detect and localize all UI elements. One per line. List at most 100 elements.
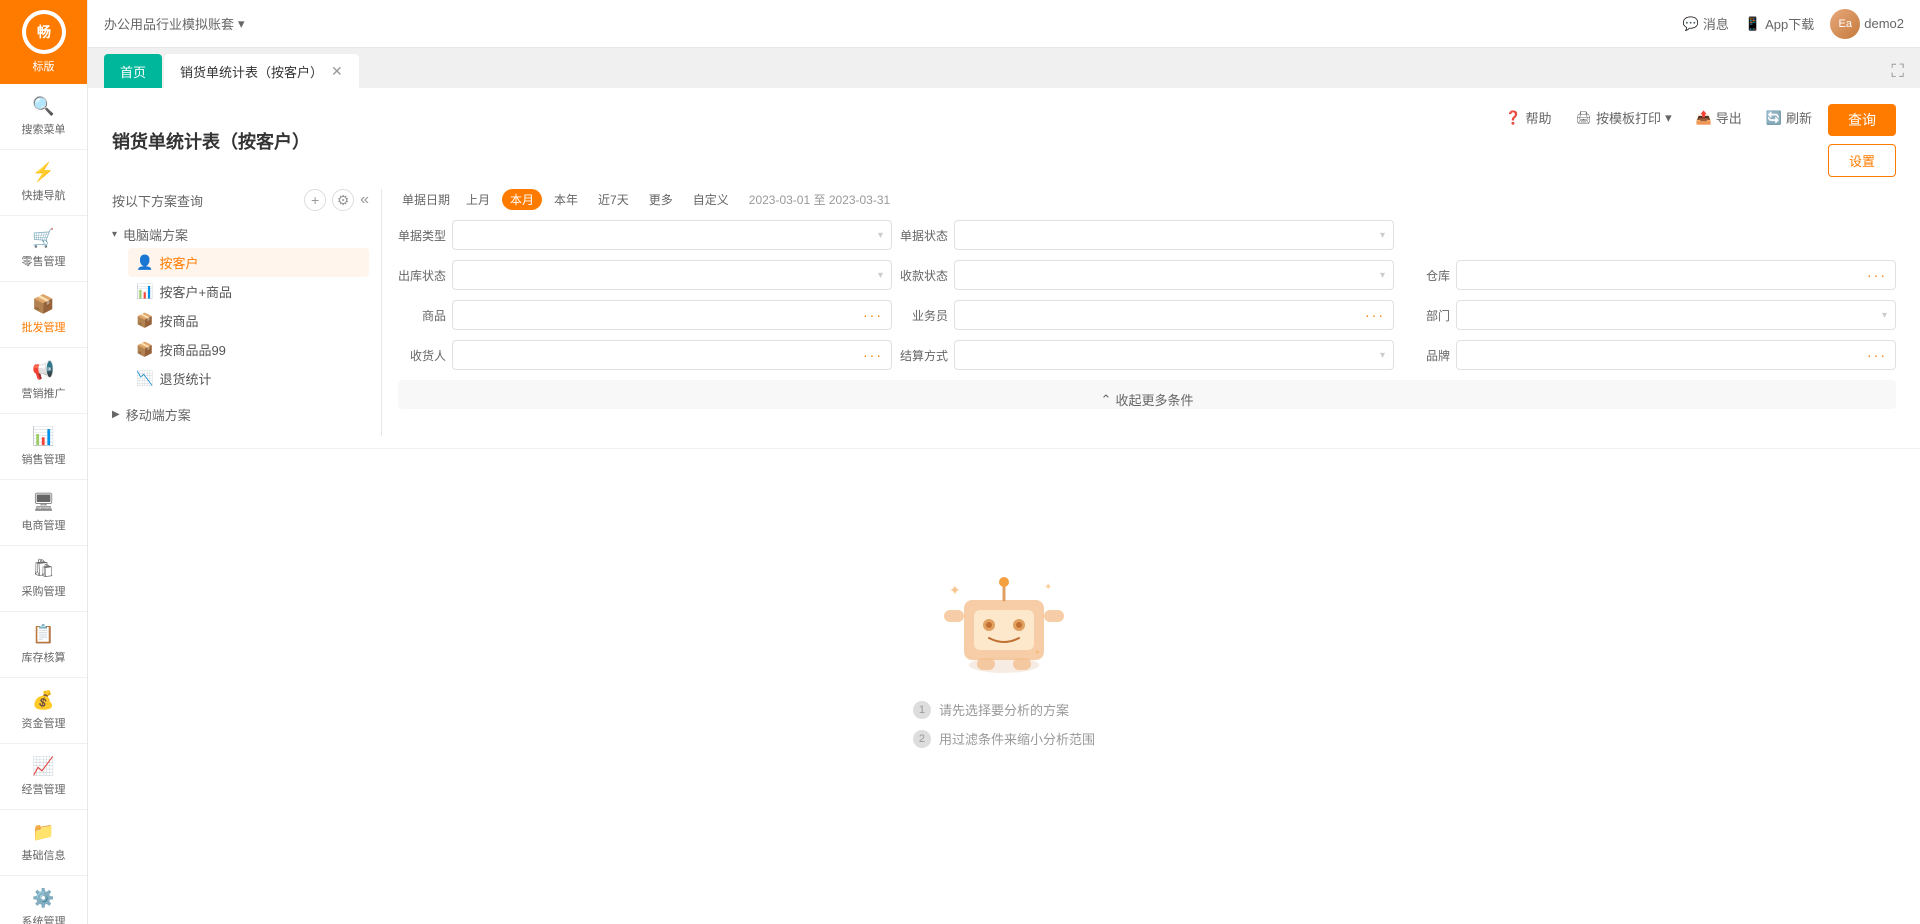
help-label: 帮助 bbox=[1526, 108, 1552, 127]
sidebar-item-label: 零售管理 bbox=[22, 253, 66, 269]
scheme-group-mobile-title[interactable]: ▶ 移动端方案 bbox=[112, 401, 369, 428]
tab-home[interactable]: 首页 bbox=[104, 54, 162, 88]
scheme-item-by-goods[interactable]: 📦 按商品 bbox=[128, 306, 369, 335]
goods-input[interactable]: ··· bbox=[452, 300, 892, 330]
payment-status-input[interactable]: ▾ bbox=[954, 260, 1394, 290]
collapse-bar[interactable]: ⌃ 收起更多条件 bbox=[398, 380, 1896, 409]
scheme-group-mobile: ▶ 移动端方案 bbox=[112, 401, 369, 428]
scheme-actions: + ⚙ « bbox=[304, 189, 369, 211]
username: demo2 bbox=[1864, 16, 1904, 31]
main-area: 办公用品行业模拟账套 ▾ 💬 消息 📱 App下载 Ea demo2 首页 bbox=[88, 0, 1920, 924]
scheme-item-by-goods-99[interactable]: 📦 按商品品99 bbox=[128, 335, 369, 364]
logo-area[interactable]: 畅 标版 bbox=[0, 0, 87, 84]
sidebar-item-purchase[interactable]: 🛍 采购管理 bbox=[0, 546, 87, 612]
tab-sales-report[interactable]: 销货单统计表（按客户） ✕ bbox=[164, 54, 359, 88]
topbar-left: 办公用品行业模拟账套 ▾ bbox=[104, 14, 245, 33]
scheme-item-label: 按客户+商品 bbox=[159, 282, 232, 301]
group-desktop-label: 电脑端方案 bbox=[123, 225, 188, 244]
search-icon: 🔍 bbox=[32, 96, 54, 117]
system-icon: ⚙️ bbox=[32, 888, 54, 909]
recipient-input[interactable]: ··· bbox=[452, 340, 892, 370]
add-scheme-btn[interactable]: + bbox=[304, 189, 326, 211]
date-tab-this-month[interactable]: 本月 bbox=[502, 189, 542, 210]
app-download-btn[interactable]: 📱 App下载 bbox=[1745, 14, 1814, 33]
filter-section: 按以下方案查询 + ⚙ « ▾ 电脑端方案 bbox=[88, 177, 1920, 449]
sidebar-item-ecommerce[interactable]: 🖥 电商管理 bbox=[0, 480, 87, 546]
payment-status-label: 收款状态 bbox=[900, 267, 948, 284]
date-tab-more[interactable]: 更多 bbox=[641, 189, 681, 210]
department-input[interactable]: ▾ bbox=[1456, 300, 1896, 330]
query-settings-group: 查询 设置 bbox=[1828, 104, 1896, 177]
date-label: 单据日期 bbox=[398, 191, 450, 208]
payment-method-input[interactable]: ▾ bbox=[954, 340, 1394, 370]
close-icon[interactable]: ✕ bbox=[331, 64, 343, 78]
sidebar-item-marketing[interactable]: 📢 营销推广 bbox=[0, 348, 87, 414]
warehouse-input[interactable]: ··· bbox=[1456, 260, 1896, 290]
app-download-label: App下载 bbox=[1765, 14, 1814, 33]
settings-button[interactable]: 设置 bbox=[1828, 144, 1896, 177]
expand-icon[interactable]: ⛶ bbox=[1891, 61, 1904, 88]
doc-status-input[interactable]: ▾ bbox=[954, 220, 1394, 250]
sidebar-item-search[interactable]: 🔍 搜索菜单 bbox=[0, 84, 87, 150]
sidebar-item-system[interactable]: ⚙️ 系统管理 bbox=[0, 876, 87, 924]
topbar-title: 办公用品行业模拟账套 bbox=[104, 14, 234, 33]
message-btn[interactable]: 💬 消息 bbox=[1683, 14, 1729, 33]
tip-num-2: 2 bbox=[913, 730, 931, 748]
doc-type-input[interactable]: ▾ bbox=[452, 220, 892, 250]
tip-num-1: 1 bbox=[913, 701, 931, 719]
out-status-input[interactable]: ▾ bbox=[452, 260, 892, 290]
topbar: 办公用品行业模拟账套 ▾ 💬 消息 📱 App下载 Ea demo2 bbox=[88, 0, 1920, 48]
topbar-dropdown[interactable]: 办公用品行业模拟账套 ▾ bbox=[104, 14, 245, 33]
salesperson-input[interactable]: ··· bbox=[954, 300, 1394, 330]
empty-state: ✦ ✦ ✦ 1 请先选择要分析的方案 2 用过滤条件来缩小分析范围 bbox=[913, 550, 1095, 748]
sidebar-item-label: 经营管理 bbox=[22, 781, 66, 797]
help-btn[interactable]: ❓ 帮助 bbox=[1497, 104, 1559, 131]
filter-grid: 单据类型 ▾ 单据状态 ▾ bbox=[398, 220, 1896, 370]
field-doc-status: 单据状态 ▾ bbox=[900, 220, 1394, 250]
sidebar-item-quick-nav[interactable]: ⚡ 快捷导航 bbox=[0, 150, 87, 216]
date-filter-row: 单据日期 上月 本月 本年 近7天 更多 自定义 2023-03-01 至 20… bbox=[398, 189, 1896, 210]
chevron-down-icon5: ▾ bbox=[1882, 310, 1887, 321]
scheme-item-return-stats[interactable]: 📉 退货统计 bbox=[128, 364, 369, 393]
print-btn[interactable]: 🖨 按模板打印 ▾ bbox=[1568, 104, 1680, 131]
sidebar-item-operations[interactable]: 📈 经营管理 bbox=[0, 744, 87, 810]
arrow-down-icon: ▾ bbox=[112, 229, 117, 240]
user-area[interactable]: Ea demo2 bbox=[1830, 9, 1904, 39]
maximize-icon[interactable]: ⛶ bbox=[1891, 61, 1904, 82]
refresh-btn[interactable]: 🔄 刷新 bbox=[1758, 104, 1820, 131]
tab-home-label: 首页 bbox=[120, 62, 146, 81]
print-label: 按模板打印 bbox=[1596, 108, 1661, 127]
logo-icon: 畅 bbox=[22, 10, 66, 54]
sidebar-item-label: 快捷导航 bbox=[22, 187, 66, 203]
export-icon: 📤 bbox=[1696, 110, 1712, 126]
department-label: 部门 bbox=[1402, 307, 1450, 324]
scheme-item-by-customer-goods[interactable]: 📊 按客户+商品 bbox=[128, 277, 369, 306]
date-tab-this-year[interactable]: 本年 bbox=[546, 189, 586, 210]
recipient-label: 收货人 bbox=[398, 347, 446, 364]
query-button[interactable]: 查询 bbox=[1828, 104, 1896, 136]
date-tab-last-7[interactable]: 近7天 bbox=[590, 189, 637, 210]
svg-text:✦: ✦ bbox=[1034, 648, 1041, 657]
date-tab-last-month[interactable]: 上月 bbox=[458, 189, 498, 210]
sidebar-item-basic[interactable]: 📁 基础信息 bbox=[0, 810, 87, 876]
return-icon: 📉 bbox=[136, 370, 153, 387]
field-salesperson: 业务员 ··· bbox=[900, 300, 1394, 330]
sales-icon: 📊 bbox=[32, 426, 54, 447]
ecommerce-icon: 🖥 bbox=[32, 492, 55, 513]
sidebar-item-inventory[interactable]: 📋 库存核算 bbox=[0, 612, 87, 678]
sidebar-item-sales[interactable]: 📊 销售管理 bbox=[0, 414, 87, 480]
settings-scheme-btn[interactable]: ⚙ bbox=[332, 189, 354, 211]
sidebar-item-retail[interactable]: 🛒 零售管理 bbox=[0, 216, 87, 282]
avatar-text: Ea bbox=[1839, 18, 1852, 30]
export-btn[interactable]: 📤 导出 bbox=[1688, 104, 1750, 131]
brand-input[interactable]: ··· bbox=[1456, 340, 1896, 370]
scheme-item-by-customer[interactable]: 👤 按客户 bbox=[128, 248, 369, 277]
sidebar-item-wholesale[interactable]: 📦 批发管理 bbox=[0, 282, 87, 348]
avatar: Ea bbox=[1830, 9, 1860, 39]
collapse-scheme-btn[interactable]: « bbox=[360, 191, 369, 209]
scheme-group-desktop-title[interactable]: ▾ 电脑端方案 bbox=[112, 221, 369, 248]
sidebar-item-finance[interactable]: 💰 资金管理 bbox=[0, 678, 87, 744]
date-tab-custom[interactable]: 自定义 bbox=[685, 189, 737, 210]
recipient-more-icon: ··· bbox=[863, 347, 883, 363]
topbar-right: 💬 消息 📱 App下载 Ea demo2 bbox=[1683, 9, 1904, 39]
